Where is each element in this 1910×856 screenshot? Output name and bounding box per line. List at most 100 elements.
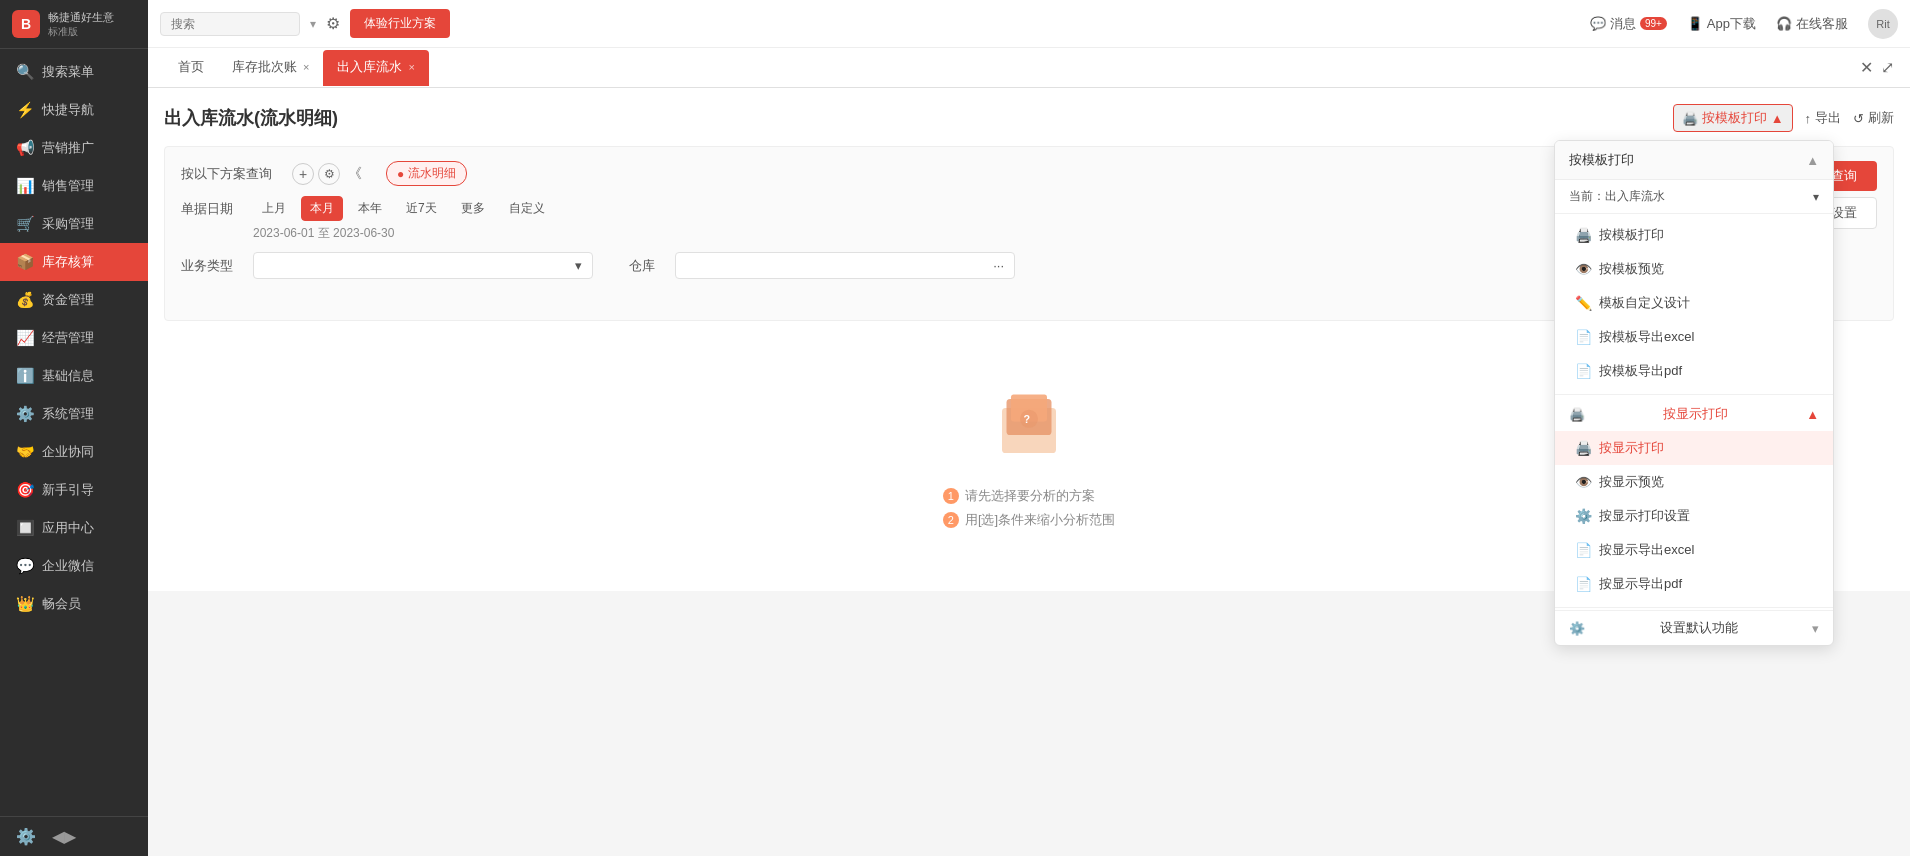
print-dropdown-display-section: 🖨️按显示打印 👁️ 按显示预览 ⚙️按显示打印设置📄按显示导出excel📄按显示导出…	[1555, 427, 1833, 605]
sidebar-item-10[interactable]: 🤝企业协同	[0, 433, 148, 471]
print-dropdown-title: 按模板打印	[1569, 151, 1634, 169]
message-label: 消息	[1610, 15, 1636, 33]
user-avatar[interactable]: Rit	[1868, 9, 1898, 39]
date-btn-本月[interactable]: 本月	[301, 196, 343, 221]
business-type-dropdown[interactable]: ▾	[253, 252, 593, 279]
display-item-3[interactable]: 📄按显示导出excel	[1555, 533, 1833, 567]
app-logo-text: 畅捷通好生意 标准版	[48, 10, 114, 37]
sidebar-item-7[interactable]: 📈 经营管理	[0, 319, 148, 357]
sidebar-item-13[interactable]: 💬企业微信	[0, 547, 148, 585]
sidebar: B 畅捷通好生意 标准版 🔍搜索菜单⚡快捷导航📢营销推广📊销售管理🛒采购管理📦库…	[0, 0, 148, 856]
display-item-0[interactable]: 🖨️按显示打印	[1555, 431, 1833, 465]
page-inner: 出入库流水(流水明细) 🖨️ 按模板打印 ▲ ↑ 导出 ↺ 刷新	[148, 88, 1910, 591]
filter-collapse-button[interactable]: 《	[344, 163, 366, 185]
sidebar-item-4[interactable]: 🛒采购管理	[0, 205, 148, 243]
tab-1[interactable]: 库存批次账×	[218, 50, 323, 86]
sidebar-label-11: 新手引导	[42, 481, 94, 499]
sidebar-item-5[interactable]: 📦库存核算	[0, 243, 148, 281]
template-item-1[interactable]: 👁️按模板预览	[1555, 252, 1833, 286]
sidebar-icon-11: 🎯	[16, 481, 34, 499]
display-section-icon: 🖨️	[1569, 407, 1585, 422]
print-dropdown-header: 按模板打印 ▲	[1555, 141, 1833, 180]
sidebar-item-6[interactable]: 💰资金管理	[0, 281, 148, 319]
search-input[interactable]	[160, 12, 300, 36]
sidebar-label-3: 销售管理	[42, 177, 94, 195]
page-content: 出入库流水(流水明细) 🖨️ 按模板打印 ▲ ↑ 导出 ↺ 刷新	[148, 88, 1910, 856]
export-button[interactable]: ↑ 导出	[1805, 109, 1842, 127]
sidebar-item-2[interactable]: 📢营销推广	[0, 129, 148, 167]
search-chevron-icon[interactable]: ▾	[310, 17, 316, 31]
display-section-chevron-icon[interactable]: ▲	[1806, 407, 1819, 422]
filter-tag[interactable]: ● 流水明细	[386, 161, 467, 186]
tab-0[interactable]: 首页	[164, 50, 218, 86]
sidebar-label-7: 经营管理	[42, 329, 94, 347]
template-item-3[interactable]: 📄按模板导出excel	[1555, 320, 1833, 354]
settings-footer-icon[interactable]: ⚙️	[16, 827, 36, 846]
filter-settings-button[interactable]: ⚙	[318, 163, 340, 185]
sidebar-label-4: 采购管理	[42, 215, 94, 233]
message-item[interactable]: 💬 消息 99+	[1590, 15, 1667, 33]
sidebar-footer: ⚙️ ◀▶	[0, 816, 148, 856]
tip-num-2: 2	[943, 512, 959, 528]
date-btn-本年[interactable]: 本年	[349, 196, 391, 221]
online-service-item[interactable]: 🎧 在线客服	[1776, 15, 1848, 33]
print-template-button[interactable]: 🖨️ 按模板打印 ▲	[1673, 104, 1793, 132]
warehouse-dropdown-icon: ···	[993, 258, 1004, 273]
sidebar-icon-0: 🔍	[16, 63, 34, 81]
tab-close-1[interactable]: ×	[303, 61, 309, 73]
collapse-footer-icon[interactable]: ◀▶	[52, 827, 76, 846]
filter-add-button[interactable]: +	[292, 163, 314, 185]
svg-text:?: ?	[1024, 413, 1031, 425]
sidebar-item-9[interactable]: ⚙️系统管理	[0, 395, 148, 433]
template-item-2[interactable]: ✏️模板自定义设计	[1555, 286, 1833, 320]
display-item-4[interactable]: 📄按显示导出pdf	[1555, 567, 1833, 601]
app-download-item[interactable]: 📱 App下载	[1687, 15, 1756, 33]
current-chevron-icon[interactable]: ▾	[1813, 190, 1819, 204]
sidebar-item-8[interactable]: ℹ️基础信息	[0, 357, 148, 395]
date-btn-上月[interactable]: 上月	[253, 196, 295, 221]
print-dropdown-menu: 按模板打印 ▲ 当前：出入库流水 ▾ 🖨️按模板打印👁️按模板预览✏️模板自定义…	[1554, 140, 1834, 646]
date-btn-近7天[interactable]: 近7天	[397, 196, 446, 221]
sidebar-item-12[interactable]: 🔲应用中心	[0, 509, 148, 547]
dropdown-divider2	[1555, 607, 1833, 608]
display-item-icon-1: 👁️	[1575, 474, 1591, 490]
chevron-up-icon: ▲	[1771, 111, 1784, 126]
online-service-label: 在线客服	[1796, 15, 1848, 33]
display-item-label-1: 按显示预览	[1599, 473, 1664, 491]
sidebar-label-0: 搜索菜单	[42, 63, 94, 81]
template-item-4[interactable]: 📄按模板导出pdf	[1555, 354, 1833, 388]
empty-tips-list: 1 请先选择要分析的方案 2 用[选]条件来缩小分析范围	[943, 487, 1115, 535]
date-btn-更多[interactable]: 更多	[452, 196, 494, 221]
sidebar-icon-7: 📈	[16, 329, 34, 347]
sidebar-icon-2: 📢	[16, 139, 34, 157]
sidebar-item-14[interactable]: 👑畅会员	[0, 585, 148, 623]
display-print-section-header[interactable]: 🖨️ 按显示打印 ▲	[1555, 397, 1833, 427]
topbar-gear-icon[interactable]: ⚙	[326, 14, 340, 33]
date-range-text: 2023-06-01 至 2023-06-30	[253, 226, 394, 240]
industry-button[interactable]: 体验行业方案	[350, 9, 450, 38]
sidebar-item-0[interactable]: 🔍 搜索菜单	[0, 53, 148, 91]
dropdown-chevron-up-icon[interactable]: ▲	[1806, 153, 1819, 168]
sidebar-item-1[interactable]: ⚡快捷导航	[0, 91, 148, 129]
tab-2[interactable]: 出入库流水×	[323, 50, 428, 86]
display-item-2[interactable]: ⚙️按显示打印设置	[1555, 499, 1833, 533]
dropdown-footer[interactable]: ⚙️ 设置默认功能 ▾	[1555, 610, 1833, 645]
message-icon: 💬	[1590, 16, 1606, 31]
refresh-button[interactable]: ↺ 刷新	[1853, 109, 1894, 127]
expand-tab-btn[interactable]: ⤢	[1881, 58, 1894, 77]
tab-close-2[interactable]: ×	[408, 61, 414, 73]
date-btn-自定义[interactable]: 自定义	[500, 196, 554, 221]
close-tab-btn[interactable]: ✕	[1860, 58, 1873, 77]
sidebar-item-3[interactable]: 📊销售管理	[0, 167, 148, 205]
tip-item-1: 1 请先选择要分析的方案	[943, 487, 1115, 505]
phone-icon: 📱	[1687, 16, 1703, 31]
filter-controls-group: + ⚙ 《	[292, 163, 366, 185]
template-item-0[interactable]: 🖨️按模板打印	[1555, 218, 1833, 252]
sidebar-item-11[interactable]: 🎯 新手引导	[0, 471, 148, 509]
filter-label: 按以下方案查询	[181, 165, 272, 183]
gear-icon: ⚙️	[1569, 621, 1585, 636]
display-item-1[interactable]: 👁️ 按显示预览	[1555, 465, 1833, 499]
warehouse-dropdown[interactable]: ···	[675, 252, 1015, 279]
template-item-icon-3: 📄	[1575, 329, 1591, 345]
current-template-label: 当前：出入库流水	[1569, 188, 1665, 205]
